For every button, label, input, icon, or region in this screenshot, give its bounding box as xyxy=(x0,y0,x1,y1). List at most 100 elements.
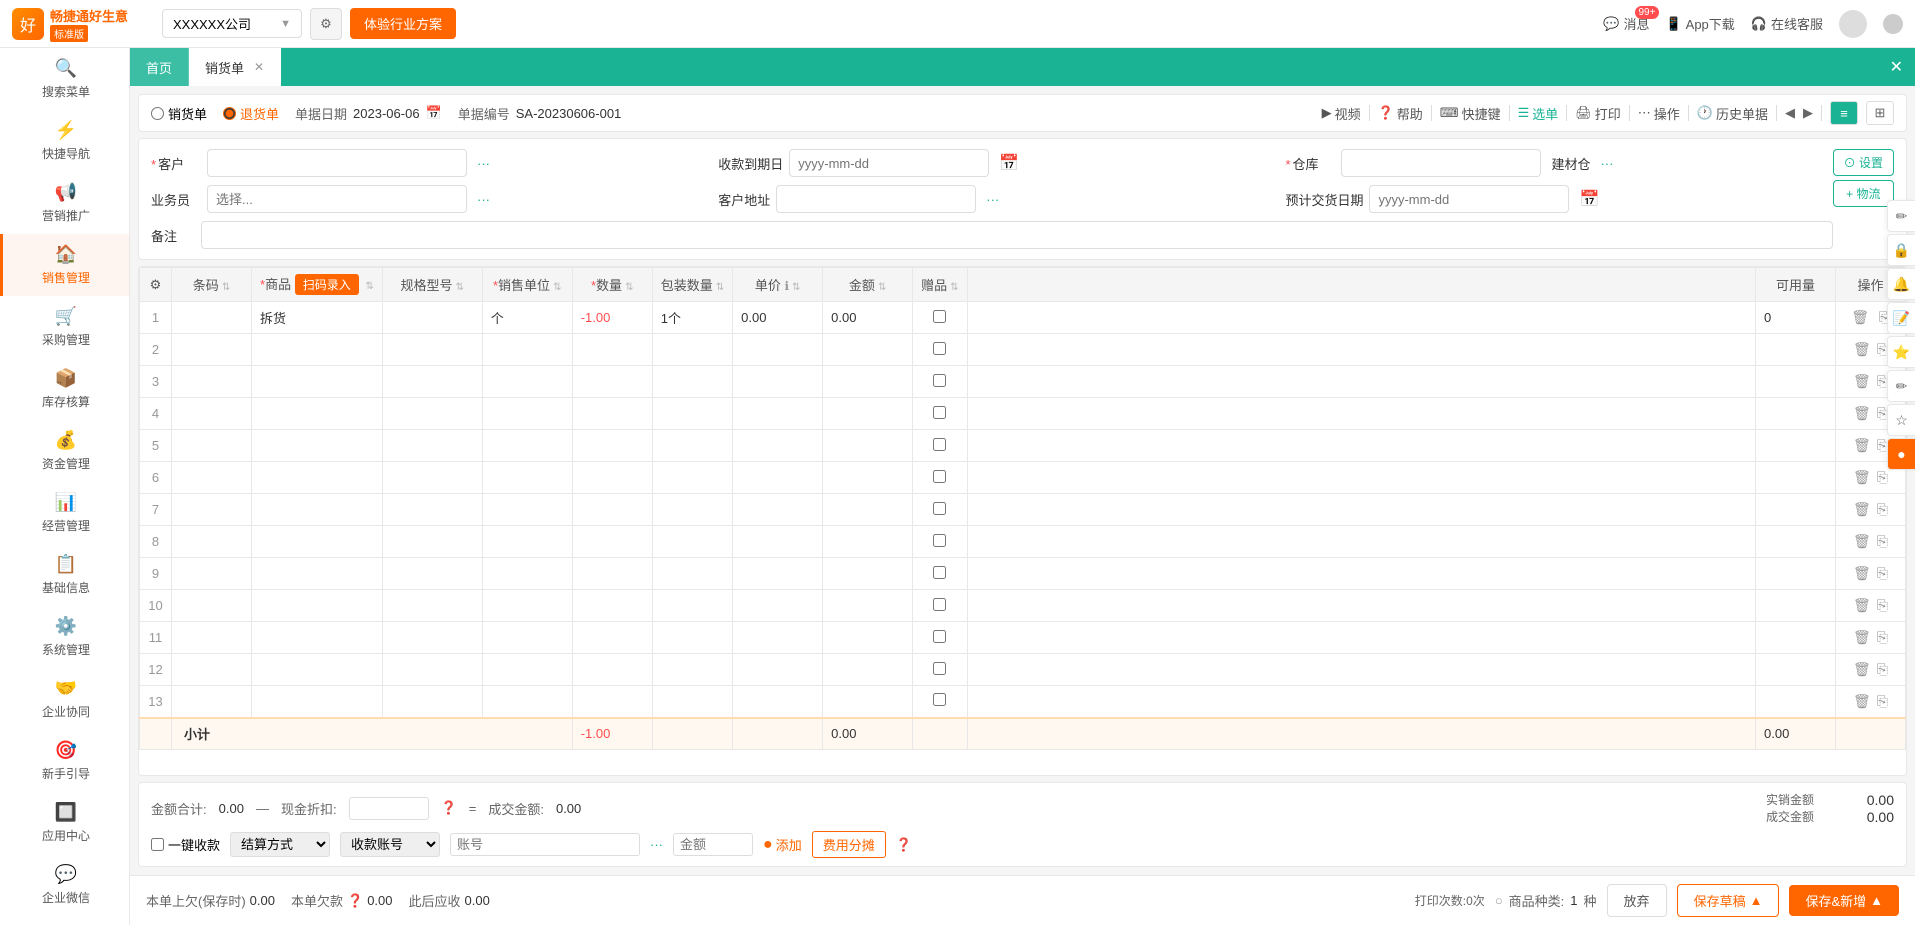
sidebar-item-sales[interactable]: 🏠 销售管理 xyxy=(0,234,129,296)
row-amount[interactable] xyxy=(823,398,913,430)
row-spec[interactable] xyxy=(382,462,482,494)
row-unit[interactable] xyxy=(482,686,572,718)
discard-button[interactable]: 放弃 xyxy=(1607,884,1667,917)
customer-input[interactable] xyxy=(207,149,467,177)
row-price[interactable] xyxy=(733,398,823,430)
row-price[interactable] xyxy=(733,590,823,622)
gift-checkbox[interactable] xyxy=(933,342,946,355)
row-product[interactable] xyxy=(252,462,383,494)
float-btn-5[interactable]: ⭐ xyxy=(1887,336,1915,368)
delete-icon[interactable]: 🗑 xyxy=(1853,565,1871,581)
row-spec[interactable] xyxy=(382,334,482,366)
shortcut-btn[interactable]: ⌨ 快捷键 xyxy=(1440,104,1501,123)
delete-icon[interactable]: 🗑 xyxy=(1853,661,1871,677)
next-btn[interactable]: ▶ xyxy=(1803,105,1813,121)
expected-date-cal-icon[interactable]: 📅 xyxy=(1579,189,1599,209)
row-gift[interactable] xyxy=(913,334,967,366)
sidebar-item-search[interactable]: 🔍 搜索菜单 xyxy=(0,48,129,110)
copy-icon[interactable]: ⎘ xyxy=(1877,597,1888,613)
row-spec[interactable] xyxy=(382,302,482,334)
row-product[interactable] xyxy=(252,430,383,462)
row-barcode[interactable] xyxy=(172,430,252,462)
row-qty[interactable] xyxy=(572,526,652,558)
payment-due-input[interactable] xyxy=(789,149,989,177)
row-product[interactable] xyxy=(252,366,383,398)
row-qty[interactable] xyxy=(572,398,652,430)
row-gift[interactable] xyxy=(913,366,967,398)
gift-checkbox[interactable] xyxy=(933,502,946,515)
delete-icon[interactable]: 🗑 xyxy=(1853,501,1871,517)
app-download-button[interactable]: 📱 App下载 xyxy=(1665,14,1734,33)
row-unit[interactable] xyxy=(482,398,572,430)
history-btn[interactable]: 🕐 历史单据 xyxy=(1697,104,1768,123)
warehouse-dots[interactable]: ··· xyxy=(1600,156,1613,171)
row-pack-qty[interactable] xyxy=(652,686,732,718)
row-price[interactable] xyxy=(733,494,823,526)
online-service-button[interactable]: 🎧 在线客服 xyxy=(1751,14,1823,33)
gift-checkbox[interactable] xyxy=(933,470,946,483)
payment-due-cal-icon[interactable]: 📅 xyxy=(999,153,1019,173)
sidebar-item-inventory[interactable]: 📦 库存核算 xyxy=(0,358,129,420)
prev-btn[interactable]: ◀ xyxy=(1785,105,1795,121)
row-pack-qty[interactable] xyxy=(652,558,732,590)
row-qty[interactable] xyxy=(572,494,652,526)
row-gift[interactable] xyxy=(913,430,967,462)
row-amount[interactable] xyxy=(823,622,913,654)
row-pack-qty[interactable] xyxy=(652,462,732,494)
row-barcode[interactable] xyxy=(172,622,252,654)
row-gift[interactable] xyxy=(913,590,967,622)
float-btn-8[interactable]: ● xyxy=(1887,438,1915,470)
tab-close-icon[interactable]: ✕ xyxy=(254,60,264,74)
sidebar-item-operations[interactable]: 📊 经营管理 xyxy=(0,482,129,544)
row-price[interactable] xyxy=(733,526,823,558)
row-product[interactable] xyxy=(252,398,383,430)
float-btn-2[interactable]: 🔒 xyxy=(1887,234,1915,266)
row-barcode[interactable] xyxy=(172,558,252,590)
dots-icon[interactable]: ··· xyxy=(650,837,663,852)
row-unit[interactable] xyxy=(482,622,572,654)
salesman-dots[interactable]: ··· xyxy=(477,192,490,207)
row-unit[interactable] xyxy=(482,526,572,558)
row-gift[interactable] xyxy=(913,622,967,654)
tab-close-all[interactable]: ✕ xyxy=(1890,57,1915,77)
row-qty[interactable]: -1.00 xyxy=(572,302,652,334)
help-btn[interactable]: ❓ 帮助 xyxy=(1378,104,1423,123)
one-click-input[interactable] xyxy=(151,838,164,851)
gift-checkbox[interactable] xyxy=(933,566,946,579)
gift-checkbox[interactable] xyxy=(933,310,946,323)
scan-button[interactable]: 扫码录入 xyxy=(295,274,359,295)
row-unit[interactable]: 个 xyxy=(482,302,572,334)
print-btn[interactable]: 🖨 打印 xyxy=(1575,104,1621,123)
row-gift[interactable] xyxy=(913,462,967,494)
settings-button[interactable]: ⚙ xyxy=(310,8,342,40)
row-barcode[interactable] xyxy=(172,590,252,622)
setting-button[interactable]: ⊙ 设置 xyxy=(1833,149,1894,176)
copy-icon[interactable]: ⎘ xyxy=(1877,693,1888,709)
row-pack-qty[interactable] xyxy=(652,494,732,526)
one-click-checkbox[interactable]: 一键收款 xyxy=(151,835,220,854)
row-product[interactable]: 拆货 xyxy=(252,302,383,334)
customer-addr-input[interactable] xyxy=(776,185,976,213)
row-price[interactable] xyxy=(733,430,823,462)
delete-icon[interactable]: 🗑 xyxy=(1853,405,1871,421)
float-btn-4[interactable]: 📝 xyxy=(1887,302,1915,334)
sidebar-item-guide[interactable]: 🎯 新手引导 xyxy=(0,730,129,792)
copy-icon[interactable]: ⎘ xyxy=(1877,629,1888,645)
row-unit[interactable] xyxy=(482,430,572,462)
sidebar-item-member[interactable]: 👤 畅会员 xyxy=(0,916,129,925)
save-new-button[interactable]: 保存&新增 ▲ xyxy=(1789,885,1899,916)
row-pack-qty[interactable]: 1个 xyxy=(652,302,732,334)
sidebar-item-finance[interactable]: 💰 资金管理 xyxy=(0,420,129,482)
delete-icon[interactable]: 🗑 xyxy=(1853,437,1871,453)
delete-icon[interactable]: 🗑 xyxy=(1851,309,1869,325)
sidebar-item-marketing[interactable]: 📢 营销推广 xyxy=(0,172,129,234)
gift-checkbox[interactable] xyxy=(933,598,946,611)
addr-dots[interactable]: ··· xyxy=(986,192,999,207)
avatar[interactable] xyxy=(1839,10,1867,38)
row-barcode[interactable] xyxy=(172,462,252,494)
row-unit[interactable] xyxy=(482,590,572,622)
expense-split-btn[interactable]: 费用分摊 xyxy=(812,831,886,858)
row-amount[interactable] xyxy=(823,590,913,622)
row-pack-qty[interactable] xyxy=(652,398,732,430)
gift-checkbox[interactable] xyxy=(933,534,946,547)
